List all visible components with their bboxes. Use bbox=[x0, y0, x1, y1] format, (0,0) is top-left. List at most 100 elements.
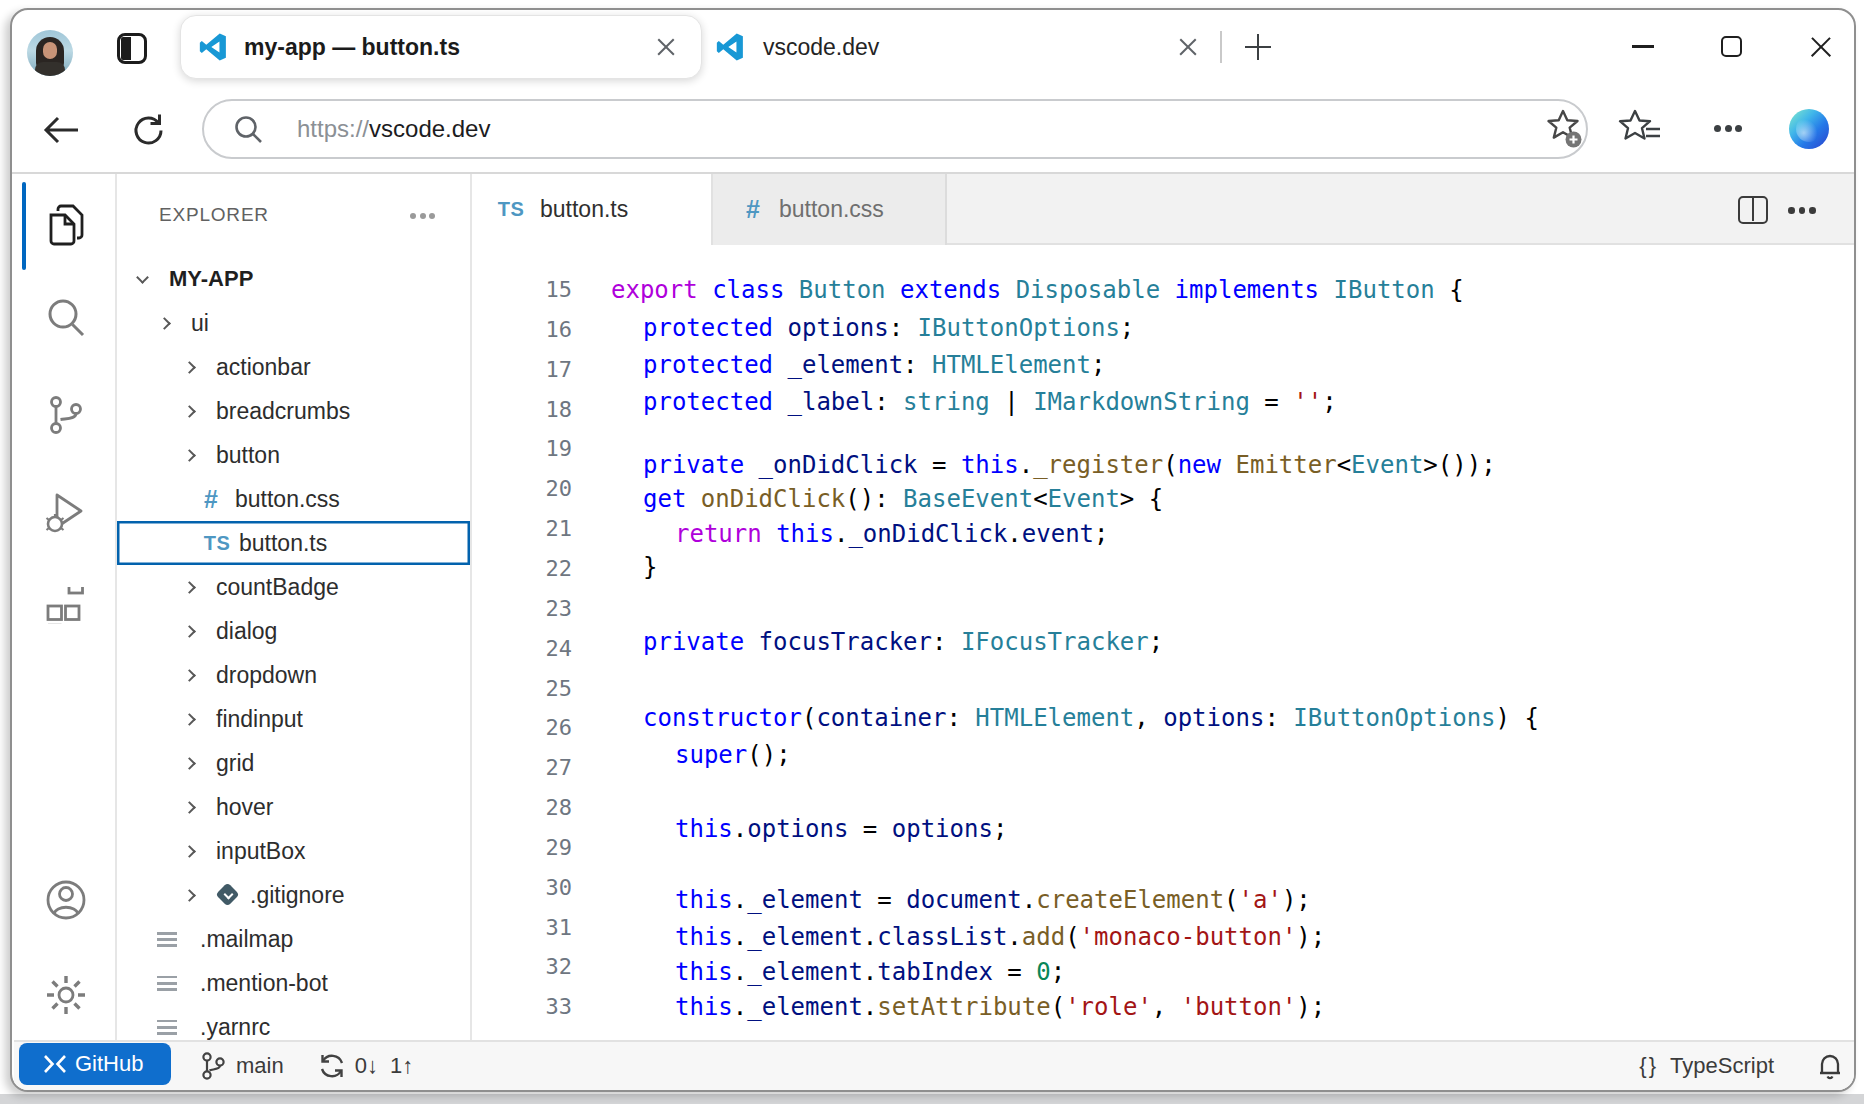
tree-item-inputbox[interactable]: inputBox bbox=[117, 829, 470, 873]
tree-item-dropdown[interactable]: dropdown bbox=[117, 653, 470, 697]
tree-item-label: MY-APP bbox=[169, 266, 253, 292]
search-icon[interactable] bbox=[43, 295, 89, 341]
remote-indicator[interactable]: GitHub bbox=[19, 1043, 171, 1085]
tree-item-label: .gitignore bbox=[250, 882, 345, 909]
language-mode[interactable]: TypeScript bbox=[1670, 1053, 1774, 1079]
add-favorite-icon[interactable] bbox=[1542, 105, 1588, 153]
tree-item-label: dropdown bbox=[216, 662, 317, 689]
url-scheme: https:// bbox=[297, 115, 369, 143]
desktop-strip bbox=[0, 1094, 1864, 1104]
tree-item-label: findinput bbox=[216, 706, 303, 733]
url-host: vscode.dev bbox=[369, 115, 490, 143]
status-left: main 0↓ 1↑ bbox=[200, 1040, 413, 1092]
line-number: 27 bbox=[472, 748, 572, 788]
window-maximize-button[interactable] bbox=[1721, 36, 1742, 57]
line-number: 16 bbox=[472, 310, 572, 350]
code-line: protected _label: string | IMarkdownStri… bbox=[643, 382, 1337, 422]
tree-item-label: button bbox=[216, 442, 280, 469]
browser-tab-inactive[interactable]: vscode.dev bbox=[716, 15, 1216, 79]
file-tree: MY-APP uiactionbar breadcrumbs button #butto… bbox=[117, 257, 470, 1049]
active-indicator bbox=[22, 182, 26, 270]
tree-item-button.css[interactable]: #button.css bbox=[117, 477, 470, 521]
txt-file-icon bbox=[157, 1020, 177, 1035]
tree-item-dialog[interactable]: dialog bbox=[117, 609, 470, 653]
brackets-icon: {} bbox=[1639, 1053, 1658, 1079]
tree-item-label: button.ts bbox=[239, 530, 327, 557]
browser-menu-icon[interactable] bbox=[1714, 125, 1742, 133]
chevron-right-icon bbox=[182, 891, 196, 900]
tree-item-mailmap[interactable]: .mailmap bbox=[117, 917, 470, 961]
code-line: super(); bbox=[675, 735, 791, 775]
browser-tab-active[interactable]: my-app — button.ts bbox=[180, 15, 702, 79]
editor-tab-active[interactable]: TS button.ts bbox=[472, 174, 713, 245]
account-icon[interactable] bbox=[43, 877, 89, 923]
run-debug-icon[interactable] bbox=[43, 489, 89, 535]
sync-up-count[interactable]: 1↑ bbox=[390, 1053, 413, 1079]
favorites-icon[interactable] bbox=[1618, 108, 1662, 150]
tree-item-label: .mailmap bbox=[200, 926, 293, 953]
extensions-icon[interactable] bbox=[43, 587, 89, 633]
window-minimize-button[interactable] bbox=[1632, 45, 1654, 48]
status-right: {} TypeScript bbox=[1639, 1040, 1844, 1092]
tab-close-icon[interactable] bbox=[656, 37, 676, 57]
remote-label: GitHub bbox=[75, 1051, 143, 1077]
settings-gear-icon[interactable] bbox=[43, 972, 89, 1018]
tree-item-label: .yarnrc bbox=[200, 1014, 270, 1041]
editor-more-actions-icon[interactable] bbox=[1788, 207, 1816, 215]
tab-close-icon[interactable] bbox=[1178, 37, 1198, 57]
line-number: 31 bbox=[472, 908, 572, 948]
profile-avatar[interactable] bbox=[27, 30, 73, 76]
explorer-header: EXPLORER bbox=[159, 204, 269, 226]
tree-item-button[interactable]: button bbox=[117, 433, 470, 477]
tab-divider bbox=[1220, 31, 1222, 63]
explorer-icon[interactable] bbox=[43, 202, 89, 248]
code-line: get onDidClick(): BaseEvent<Event> { bbox=[643, 479, 1163, 519]
code-editor[interactable]: 15161718192021222324252627282930313233ex… bbox=[472, 245, 1856, 1040]
ts-file-icon: TS bbox=[496, 198, 526, 221]
chevron-right-icon bbox=[182, 451, 196, 460]
tab-search-icon[interactable] bbox=[117, 33, 147, 64]
url-text[interactable]: https://vscode.dev bbox=[297, 85, 490, 173]
explorer-actions-icon[interactable] bbox=[410, 213, 438, 221]
sync-icon[interactable] bbox=[318, 1052, 346, 1080]
tree-item-my-app[interactable]: MY-APP bbox=[117, 257, 470, 301]
line-number: 26 bbox=[472, 708, 572, 748]
tree-item-grid[interactable]: grid bbox=[117, 741, 470, 785]
line-number: 17 bbox=[472, 350, 572, 390]
tree-item-mention-bot[interactable]: .mention-bot bbox=[117, 961, 470, 1005]
tree-item-hover[interactable]: hover bbox=[117, 785, 470, 829]
tree-item-button.ts[interactable]: TSbutton.ts bbox=[117, 521, 470, 565]
refresh-button[interactable] bbox=[130, 111, 166, 149]
window-close-button[interactable] bbox=[1810, 36, 1832, 58]
new-tab-button[interactable] bbox=[1245, 34, 1271, 60]
tree-item-countbadge[interactable]: countBadge bbox=[117, 565, 470, 609]
editor-tab-inactive[interactable]: # button.css bbox=[713, 174, 947, 245]
split-editor-icon[interactable] bbox=[1738, 196, 1768, 224]
branch-name[interactable]: main bbox=[236, 1053, 284, 1079]
tree-item-actionbar[interactable]: actionbar bbox=[117, 345, 470, 389]
copilot-icon[interactable] bbox=[1789, 109, 1829, 149]
line-number: 22 bbox=[472, 549, 572, 589]
tree-item-label: inputBox bbox=[216, 838, 306, 865]
branch-icon[interactable] bbox=[200, 1051, 226, 1081]
notifications-bell-icon[interactable] bbox=[1816, 1051, 1844, 1081]
tree-item-findinput[interactable]: findinput bbox=[117, 697, 470, 741]
chevron-right-icon bbox=[182, 671, 196, 680]
source-control-icon[interactable] bbox=[43, 392, 89, 438]
line-number: 20 bbox=[472, 469, 572, 509]
tree-item-gitignore[interactable]: .gitignore bbox=[117, 873, 470, 917]
sync-down-count[interactable]: 0↓ bbox=[355, 1053, 378, 1079]
tree-item-breadcrumbs[interactable]: breadcrumbs bbox=[117, 389, 470, 433]
chevron-right-icon bbox=[182, 715, 196, 724]
browser-tab-title: vscode.dev bbox=[763, 34, 879, 61]
tree-item-label: breadcrumbs bbox=[216, 398, 350, 425]
back-button[interactable] bbox=[42, 111, 82, 149]
line-number: 18 bbox=[472, 390, 572, 430]
line-number: 33 bbox=[472, 987, 572, 1027]
code-line: private focusTracker: IFocusTracker; bbox=[643, 622, 1163, 662]
line-number: 32 bbox=[472, 947, 572, 987]
code-line: protected _element: HTMLElement; bbox=[643, 345, 1105, 385]
tree-item-ui[interactable]: ui bbox=[117, 301, 470, 345]
remote-icon bbox=[43, 1054, 67, 1074]
chevron-right-icon bbox=[182, 583, 196, 592]
